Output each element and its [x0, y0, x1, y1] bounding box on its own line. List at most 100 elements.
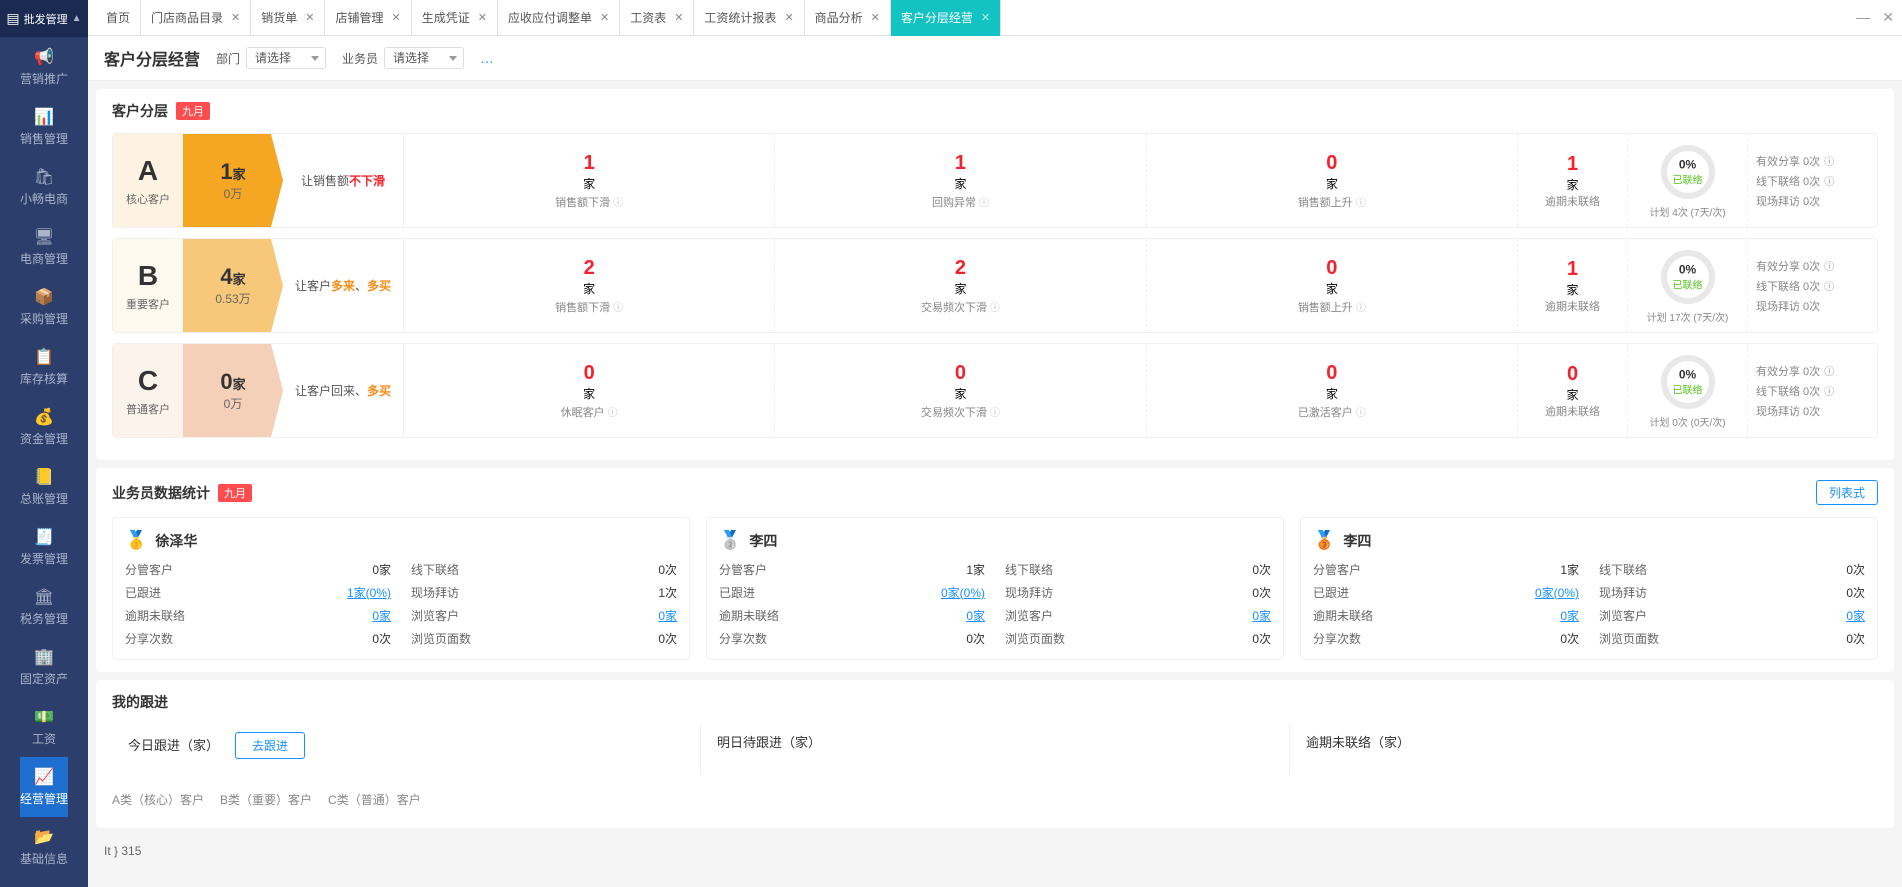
tier-row-C: C 普通客户 0家 0万 让客户回来、多买 0家 休眠客户 ⓘ 0家 交易频次下…: [112, 343, 1878, 438]
sidebar-item-label: 采购管理: [20, 310, 68, 327]
sidebar-item-系统管理[interactable]: ⚙系统管理: [20, 877, 68, 887]
page-title: 客户分层经营: [104, 46, 200, 70]
right-info-icon[interactable]: ⓘ: [1824, 173, 1834, 188]
sidebar-item-label: 销售管理: [20, 130, 68, 147]
agent-stat-value[interactable]: 0家: [372, 607, 391, 624]
agent-stat-value[interactable]: 0家: [658, 607, 677, 624]
tab-销货单[interactable]: 销货单✕: [251, 0, 325, 36]
tab-商品分析[interactable]: 商品分析✕: [805, 0, 891, 36]
sidebar-item-库存核算[interactable]: 📋库存核算: [20, 337, 68, 397]
tab-close-icon[interactable]: ✕: [871, 11, 880, 24]
sidebar-item-总账管理[interactable]: 📒总账管理: [20, 457, 68, 517]
tab-工资表[interactable]: 工资表 ✕: [620, 0, 694, 36]
agent-stat-value[interactable]: 0家(0%): [1535, 584, 1579, 601]
right-stat-text: 线下联络 0次: [1756, 278, 1820, 294]
tab-店铺管理[interactable]: 店铺管理✕: [325, 0, 411, 36]
tab-工资统计报表[interactable]: 工资统计报表✕: [694, 0, 804, 36]
agent-header: 🥈 李四: [719, 530, 1271, 551]
tab-close-icon[interactable]: ✕: [784, 11, 793, 24]
agent-stat-row: 逾期未联络 0家: [125, 607, 391, 624]
tab-close-icon[interactable]: ✕: [981, 11, 990, 24]
sidebar-items-container: 📢营销推广📊销售管理🛍小畅电商🖥电商管理📦采购管理📋库存核算💰资金管理📒总账管理…: [20, 37, 68, 887]
agent-stat-value[interactable]: 0家: [1252, 607, 1271, 624]
info-icon[interactable]: ⓘ: [979, 194, 989, 209]
agent-card-徐泽华: 🥇 徐泽华 分管客户 0家 线下联络 0次 已跟进 1家(0%) 现场拜访 1次…: [112, 517, 690, 660]
tier-name: 核心客户: [126, 191, 170, 207]
sidebar-item-label: 电商管理: [20, 250, 68, 267]
info-icon[interactable]: ⓘ: [1356, 404, 1366, 419]
sidebar-item-工资[interactable]: 💵工资: [20, 697, 68, 757]
tab-应收应付调整单[interactable]: 应收应付调整单 ✕: [498, 0, 620, 36]
sidebar-item-小畅电商[interactable]: 🛍小畅电商: [20, 157, 68, 217]
tier-circle-block: 0% 已联络 计划 17次 (7天/次): [1627, 239, 1747, 332]
sidebar-item-营销推广[interactable]: 📢营销推广: [20, 37, 68, 97]
sidebar-item-固定资产[interactable]: 🏢固定资产: [20, 637, 68, 697]
tier-stat: 0家 已激活客户 ⓘ: [1147, 344, 1517, 437]
sidebar-item-基础信息[interactable]: 📂基础信息: [20, 817, 68, 877]
circle-connected: 已联络: [1673, 382, 1703, 397]
followup-row-label-c: C类（普通）客户: [328, 791, 421, 808]
tab-生成凭证[interactable]: 生成凭证✕: [412, 0, 498, 36]
sidebar-item-发票管理[interactable]: 🧾发票管理: [20, 517, 68, 577]
more-filters-icon[interactable]: …: [480, 50, 494, 66]
info-icon[interactable]: ⓘ: [608, 404, 618, 419]
agent-stat-value[interactable]: 0家: [1846, 607, 1865, 624]
right-info-icon[interactable]: ⓘ: [1824, 258, 1834, 273]
circle-text: 0% 已联络: [1673, 263, 1703, 292]
agent-stat-label: 现场拜访: [411, 584, 459, 601]
tab-close-icon[interactable]: ✕: [231, 11, 240, 24]
tab-close-icon[interactable]: ✕: [600, 11, 609, 24]
sidebar-item-电商管理[interactable]: 🖥电商管理: [20, 217, 68, 277]
tab-门店商品目录[interactable]: 门店商品目录✕: [141, 0, 251, 36]
info-icon[interactable]: ⓘ: [613, 299, 623, 314]
tab-客户分层经营[interactable]: 客户分层经营✕: [891, 0, 1001, 36]
info-icon[interactable]: ⓘ: [990, 299, 1000, 314]
tier-row-A: A 核心客户 1家 0万 让销售额不下滑 1家 销售额下滑 ⓘ 1家 回购异常 …: [112, 133, 1878, 228]
tab-close-icon[interactable]: ✕: [478, 11, 487, 24]
tab-label: 工资表: [630, 9, 666, 26]
sidebar-logo[interactable]: ▤ 批发管理 ▲: [0, 0, 88, 37]
right-stat-text: 有效分享 0次: [1756, 363, 1820, 379]
agent-stat-row: 分管客户 0家: [125, 561, 391, 578]
right-info-icon[interactable]: ⓘ: [1824, 278, 1834, 293]
circle-text: 0% 已联络: [1673, 158, 1703, 187]
department-select[interactable]: 请选择: [246, 47, 326, 69]
right-info-icon[interactable]: ⓘ: [1824, 363, 1834, 378]
sidebar-item-销售管理[interactable]: 📊销售管理: [20, 97, 68, 157]
info-icon[interactable]: ⓘ: [990, 404, 1000, 419]
right-info-icon[interactable]: ⓘ: [1824, 383, 1834, 398]
agent-stat-value[interactable]: 1家(0%): [347, 584, 391, 601]
goto-button[interactable]: 去跟进: [235, 732, 305, 759]
agent-stat-value[interactable]: 0家(0%): [941, 584, 985, 601]
agent-stats-grid: 分管客户 0家 线下联络 0次 已跟进 1家(0%) 现场拜访 1次 逾期未联络…: [125, 561, 677, 647]
tier-count-num: 0家: [220, 369, 245, 395]
tab-close-icon[interactable]: ✕: [305, 11, 314, 24]
sidebar-item-经营管理[interactable]: 📈经营管理: [20, 757, 68, 817]
stat-num: 0: [1326, 257, 1337, 280]
window-close-icon[interactable]: ✕: [1882, 9, 1894, 26]
tab-close-icon[interactable]: ✕: [674, 11, 683, 24]
agent-stat-row: 线下联络 0次: [1599, 561, 1865, 578]
tab-close-icon[interactable]: ✕: [392, 11, 401, 24]
sidebar-item-资金管理[interactable]: 💰资金管理: [20, 397, 68, 457]
tab-label: 应收应付调整单: [508, 9, 592, 26]
tab-首页[interactable]: 首页: [96, 0, 141, 36]
right-stat-text: 现场拜访 0次: [1756, 298, 1820, 314]
agent-select[interactable]: 请选择: [384, 47, 464, 69]
right-info-icon[interactable]: ⓘ: [1824, 153, 1834, 168]
info-icon[interactable]: ⓘ: [1356, 194, 1366, 209]
agent-stat-label: 已跟进: [125, 584, 161, 601]
window-minimize-icon[interactable]: —: [1856, 9, 1870, 26]
sidebar-item-税务管理[interactable]: 🏛税务管理: [20, 577, 68, 637]
right-stat-item: 线下联络 0次 ⓘ: [1756, 278, 1869, 294]
sidebar-item-label: 库存核算: [20, 370, 68, 387]
info-icon[interactable]: ⓘ: [1356, 299, 1366, 314]
stat-label: 销售额上升 ⓘ: [1298, 299, 1366, 315]
list-view-button[interactable]: 列表式: [1816, 480, 1878, 505]
info-icon[interactable]: ⓘ: [613, 194, 623, 209]
tier-right-stats: 有效分享 0次 ⓘ 线下联络 0次 ⓘ 现场拜访 0次: [1747, 344, 1877, 437]
sidebar-item-采购管理[interactable]: 📦采购管理: [20, 277, 68, 337]
agent-stat-value[interactable]: 0家: [966, 607, 985, 624]
agent-stat-value[interactable]: 0家: [1560, 607, 1579, 624]
agent-stat-label: 逾期未联络: [125, 607, 185, 624]
